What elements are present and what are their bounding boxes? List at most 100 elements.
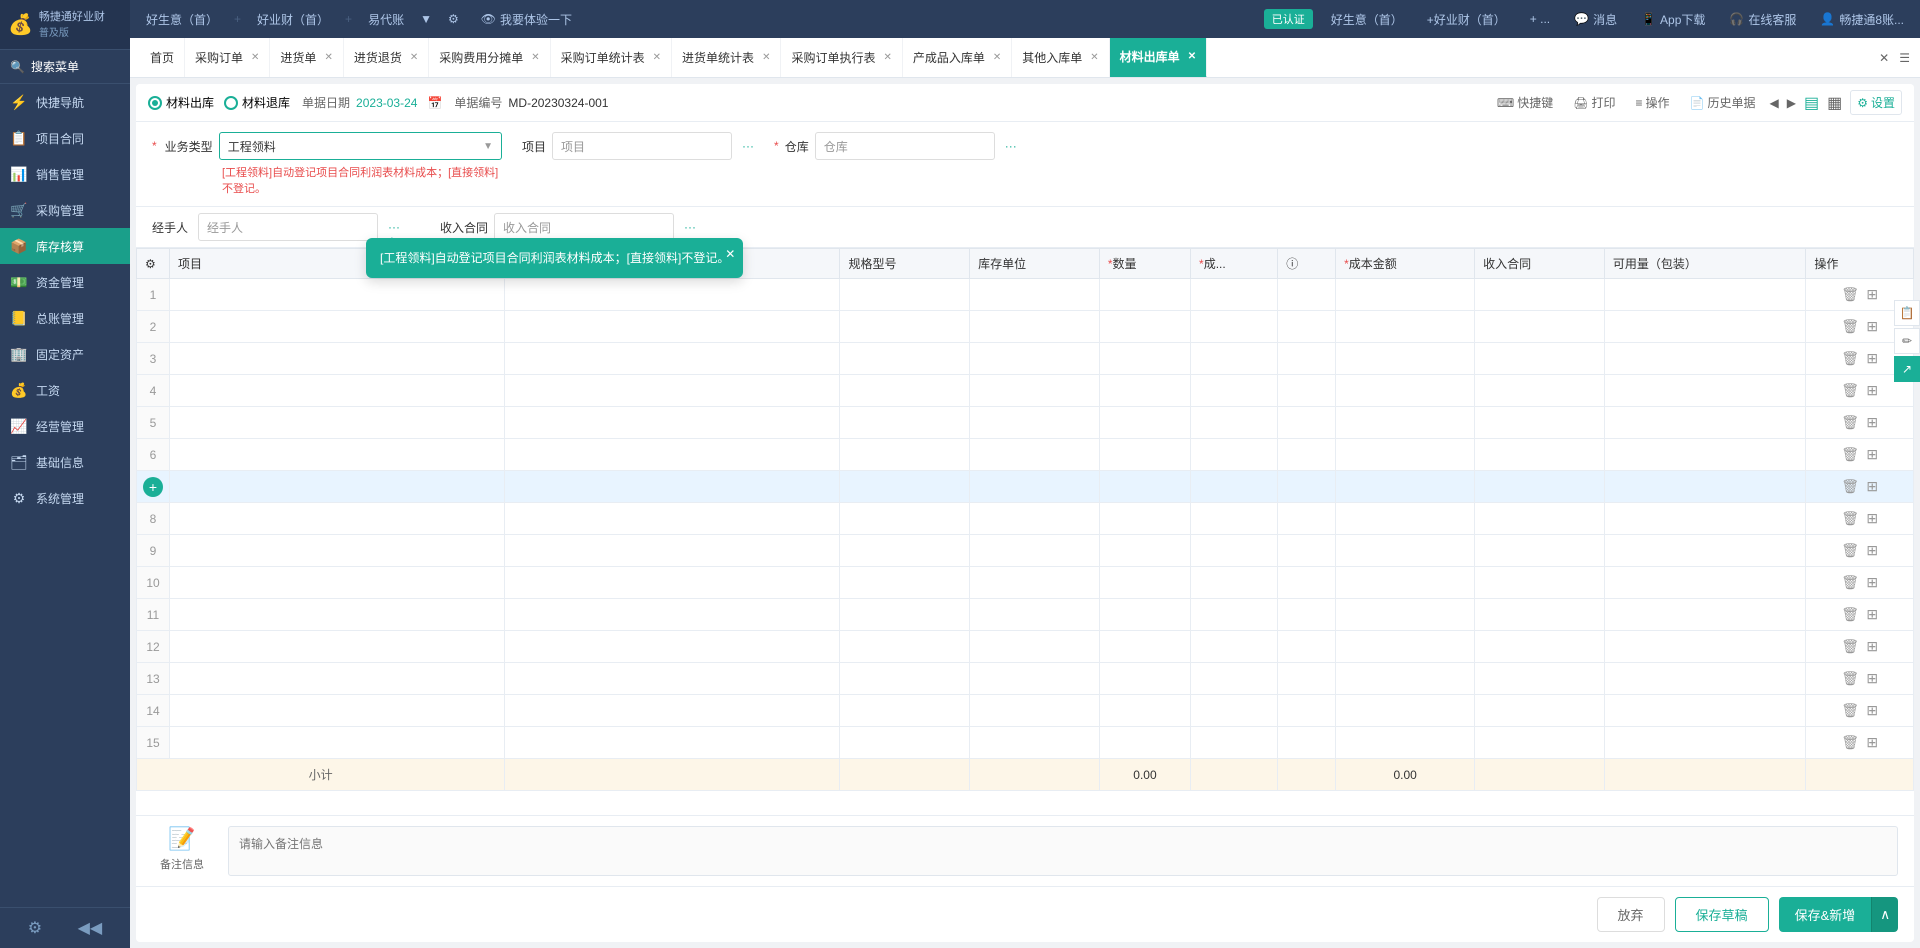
cell-material-name[interactable] (505, 375, 840, 407)
cell-material-name[interactable] (505, 535, 840, 567)
online-service-btn[interactable]: 🎧 在线客服 (1723, 9, 1802, 30)
copy-row-icon[interactable]: ⊞ (1864, 380, 1880, 400)
cell-cost-amount[interactable] (1336, 503, 1475, 535)
cell-cost[interactable] (1191, 663, 1278, 695)
cell-available[interactable] (1604, 375, 1806, 407)
tab-close-icon[interactable]: ✕ (251, 52, 259, 63)
cell-cost-amount[interactable] (1336, 471, 1475, 503)
tab-close-icon[interactable]: ✕ (410, 52, 418, 63)
cell-project[interactable] (170, 471, 505, 503)
cell-available[interactable] (1604, 407, 1806, 439)
cell-project[interactable] (170, 535, 505, 567)
delete-row-icon[interactable]: 🗑 (1839, 540, 1861, 560)
settings-gear[interactable]: ⚙ (442, 10, 465, 28)
tab-close-icon[interactable]: ✕ (1188, 51, 1196, 62)
cell-project[interactable] (170, 343, 505, 375)
cell-project[interactable] (170, 439, 505, 471)
delete-row-icon[interactable]: 🗑 (1839, 604, 1861, 624)
calendar-icon[interactable]: 📅 (427, 96, 442, 110)
nav-more[interactable]: + ... (1524, 10, 1556, 28)
tab-purchase-return[interactable]: 进货退货 ✕ (344, 38, 429, 78)
cell-cost[interactable] (1191, 631, 1278, 663)
radio-material-return[interactable]: 材料退库 (224, 94, 290, 111)
delete-row-icon[interactable]: 🗑 (1839, 316, 1861, 336)
cell-qty[interactable] (1099, 631, 1190, 663)
delete-row-icon[interactable]: 🗑 (1839, 348, 1861, 368)
tab-close-icon[interactable]: ✕ (993, 52, 1001, 63)
next-icon[interactable]: ▶ (1787, 96, 1796, 110)
cell-project[interactable] (170, 503, 505, 535)
cell-cost-amount[interactable] (1336, 727, 1475, 759)
business-type-input[interactable]: 工程领料 ▼ (219, 132, 502, 160)
close-tooltip-btn[interactable]: ✕ (725, 244, 735, 264)
save-new-button[interactable]: 保存&新增 (1779, 897, 1872, 932)
cell-qty[interactable] (1099, 503, 1190, 535)
sidebar-item-project[interactable]: 📋 项目合同 (0, 120, 130, 156)
cell-spec[interactable] (840, 567, 970, 599)
cell-cost-amount[interactable] (1336, 695, 1475, 727)
cell-income-contract[interactable] (1475, 535, 1605, 567)
cell-income-contract[interactable] (1475, 343, 1605, 375)
delete-row-icon[interactable]: 🗑 (1839, 380, 1861, 400)
cell-spec[interactable] (840, 695, 970, 727)
cell-cost[interactable] (1191, 279, 1278, 311)
operations-btn[interactable]: ≡ 操作 (1630, 91, 1676, 114)
cell-qty[interactable] (1099, 535, 1190, 567)
discard-button[interactable]: 放弃 (1597, 897, 1665, 932)
dropdown-arrow-icon[interactable]: ▼ (420, 12, 432, 26)
warehouse-input[interactable]: 仓库 (815, 132, 995, 160)
cell-available[interactable] (1604, 727, 1806, 759)
nav-haoyecai2[interactable]: +好业财（首） (1421, 9, 1512, 30)
tab-purchase-stat[interactable]: 采购订单统计表 ✕ (551, 38, 672, 78)
tab-purchase-order[interactable]: 采购订单 ✕ (185, 38, 270, 78)
material-name-cell-input[interactable] (511, 480, 833, 494)
tab-purchase-exec[interactable]: 采购订单执行表 ✕ (781, 38, 902, 78)
cell-unit[interactable] (970, 695, 1100, 727)
delete-row-icon[interactable]: 🗑 (1839, 508, 1861, 528)
copy-row-icon[interactable]: ⊞ (1864, 732, 1880, 752)
tab-product-in[interactable]: 产成品入库单 ✕ (903, 38, 1012, 78)
cell-cost-amount[interactable] (1336, 567, 1475, 599)
cell-unit[interactable] (970, 599, 1100, 631)
copy-row-icon[interactable]: ⊞ (1864, 316, 1880, 336)
experience-btn[interactable]: 👁 我要体验一下 (475, 9, 578, 30)
delete-row-icon[interactable]: 🗑 (1839, 444, 1861, 464)
sidebar-item-accounting[interactable]: 📒 总账管理 (0, 300, 130, 336)
cell-project[interactable] (170, 311, 505, 343)
cell-spec[interactable] (840, 535, 970, 567)
cell-qty[interactable] (1099, 279, 1190, 311)
cell-spec[interactable] (840, 407, 970, 439)
cell-cost-amount[interactable] (1336, 535, 1475, 567)
cell-material-name[interactable] (505, 503, 840, 535)
cell-material-name[interactable] (505, 599, 840, 631)
cell-cost[interactable] (1191, 567, 1278, 599)
cell-project[interactable] (170, 695, 505, 727)
cell-income-contract[interactable] (1475, 311, 1605, 343)
cell-spec[interactable] (840, 279, 970, 311)
tab-close-icon[interactable]: ✕ (531, 52, 539, 63)
nav-haoyecai[interactable]: 好业财（首） (251, 9, 335, 30)
cell-project[interactable] (170, 727, 505, 759)
close-all-icon[interactable]: ✕ (1879, 51, 1889, 65)
cell-available[interactable] (1604, 663, 1806, 695)
cell-qty[interactable] (1099, 695, 1190, 727)
cell-unit[interactable] (970, 311, 1100, 343)
cell-project[interactable] (170, 279, 505, 311)
cell-qty[interactable] (1099, 407, 1190, 439)
panel-btn-2[interactable]: ✏ (1894, 328, 1920, 354)
cell-project[interactable] (170, 663, 505, 695)
cell-qty[interactable] (1099, 471, 1190, 503)
sidebar-item-finance[interactable]: 💵 资金管理 (0, 264, 130, 300)
cell-cost-amount[interactable] (1336, 439, 1475, 471)
cell-qty[interactable] (1099, 599, 1190, 631)
cell-cost[interactable] (1191, 471, 1278, 503)
copy-row-icon[interactable]: ⊞ (1864, 700, 1880, 720)
cell-unit[interactable] (970, 663, 1100, 695)
income-contract-search-icon[interactable]: ··· (684, 220, 696, 234)
cell-material-name[interactable] (505, 439, 840, 471)
cell-available[interactable] (1604, 439, 1806, 471)
cell-material-name[interactable] (505, 663, 840, 695)
cell-material-name[interactable] (505, 279, 840, 311)
collapse-button[interactable]: ◀◀ (78, 918, 103, 938)
message-btn[interactable]: 💬 消息 (1568, 9, 1623, 30)
